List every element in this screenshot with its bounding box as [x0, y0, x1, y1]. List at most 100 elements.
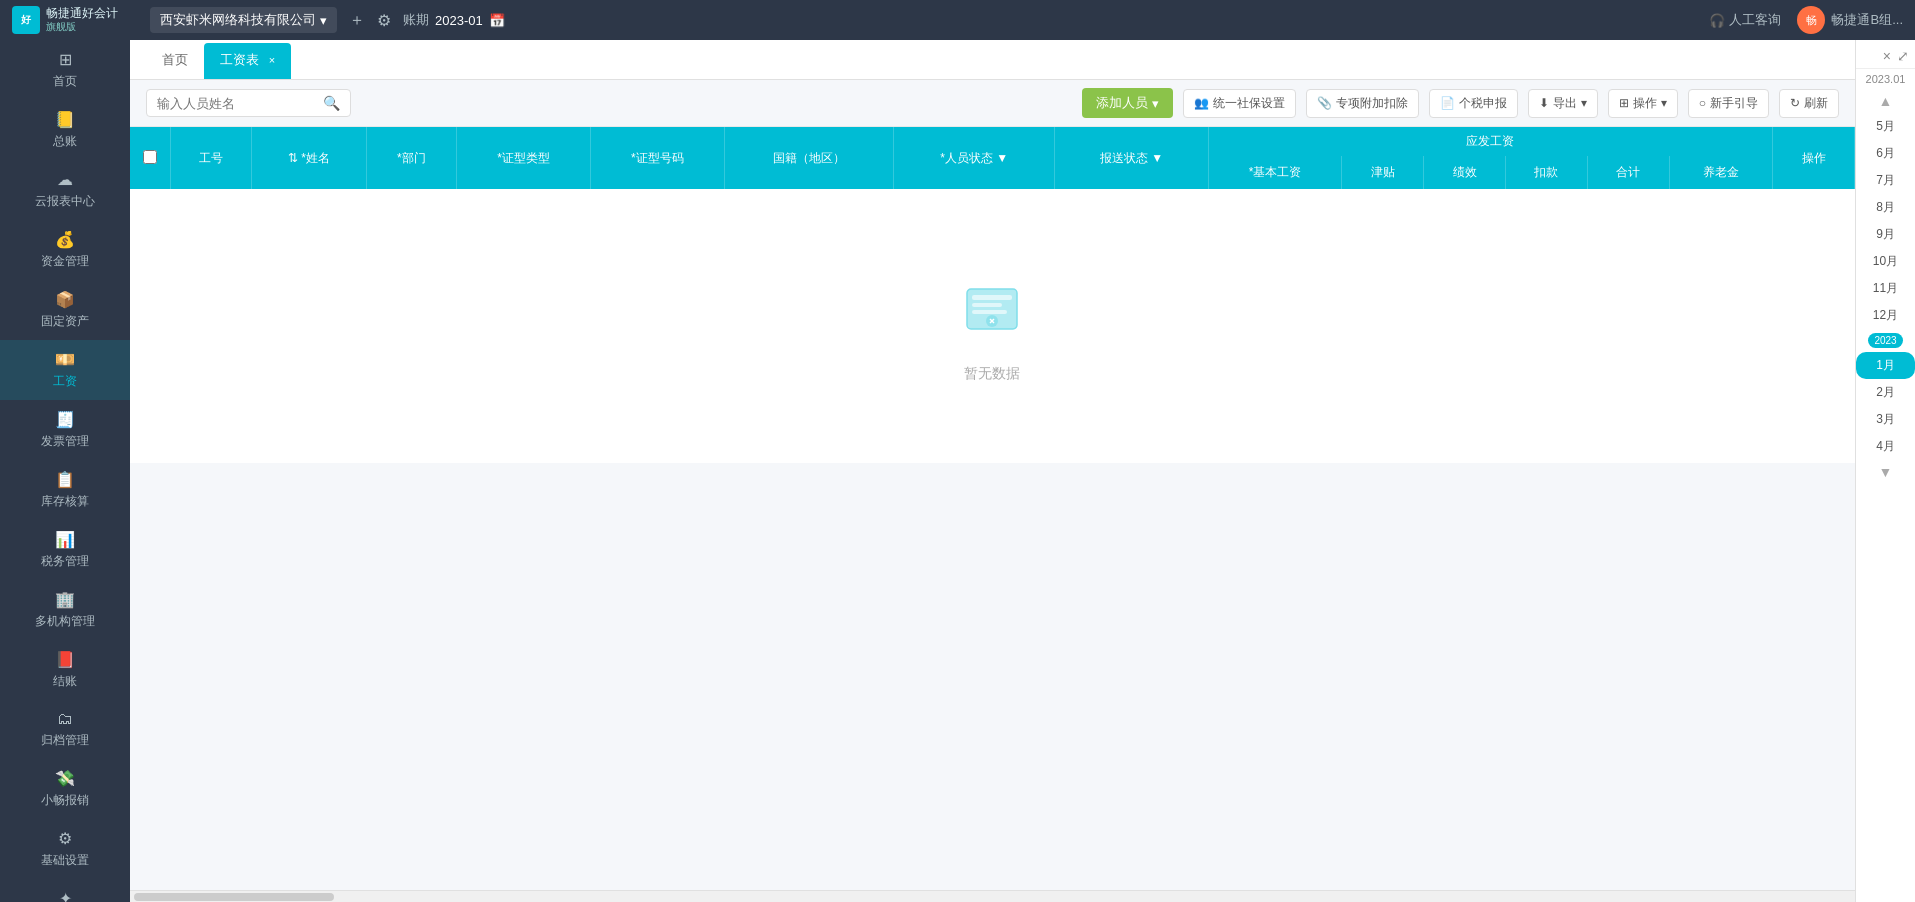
export-btn[interactable]: ⬇ 导出 ▾	[1528, 89, 1598, 118]
timeline-month-11[interactable]: 11月	[1856, 275, 1915, 302]
tab-home-label: 首页	[162, 52, 188, 67]
ledger-icon: 📒	[55, 110, 75, 129]
guide-btn[interactable]: ○ 新手引导	[1688, 89, 1769, 118]
cloud-icon: ☁	[57, 170, 73, 189]
sidebar-item-guide[interactable]: ✦ 新手引导	[0, 879, 130, 902]
settings-icon[interactable]: ⚙	[377, 11, 391, 30]
operation-btn[interactable]: ⊞ 操作 ▾	[1608, 89, 1678, 118]
tab-salary[interactable]: 工资表 ×	[204, 43, 291, 79]
timeline-expand-btn[interactable]: ⤢	[1897, 48, 1909, 64]
sidebar-item-archive[interactable]: 🗂 归档管理	[0, 700, 130, 759]
th-employee-id: 工号	[170, 127, 252, 189]
th-nationality: 国籍（地区）	[724, 127, 893, 189]
refresh-btn[interactable]: ↻ 刷新	[1779, 89, 1839, 118]
avatar: 畅	[1797, 6, 1825, 34]
timeline-month-6[interactable]: 6月	[1856, 140, 1915, 167]
social-security-label: 统一社保设置	[1213, 95, 1285, 112]
special-deduction-btn[interactable]: 📎 专项附加扣除	[1306, 89, 1419, 118]
sidebar-item-tax[interactable]: 📊 税务管理	[0, 520, 130, 580]
timeline-month-4[interactable]: 4月	[1856, 433, 1915, 460]
individual-tax-btn[interactable]: 📄 个税申报	[1429, 89, 1518, 118]
svg-rect-2	[972, 303, 1002, 307]
sidebar-item-close-period[interactable]: 📕 结账	[0, 640, 130, 700]
salary-table: 工号 ⇅ *姓名 *部门 *证型类型 *证型号码 国籍（地区） *人员状态 ▼ …	[130, 127, 1855, 463]
service-btn[interactable]: 🎧 人工客询	[1709, 11, 1781, 29]
calendar-icon[interactable]: 📅	[489, 13, 505, 28]
th-checkbox[interactable]	[130, 127, 170, 189]
sidebar-label-basic: 基础设置	[41, 852, 89, 869]
timeline-scroll-down[interactable]: ▼	[1875, 460, 1897, 484]
scroll-thumb[interactable]	[134, 893, 334, 901]
sidebar-label-cloud: 云报表中心	[35, 193, 95, 210]
current-period-display: 2023.01	[1866, 69, 1906, 89]
logo-area: 好 畅捷通好会计 旗舰版	[12, 6, 142, 34]
sidebar-item-assets[interactable]: 📦 固定资产	[0, 280, 130, 340]
social-security-icon: 👥	[1194, 96, 1209, 110]
toolbar: 🔍 添加人员 ▾ 👥 统一社保设置 📎 专项附加扣除 📄 个税申报 ⬇ 导出	[130, 80, 1855, 127]
timeline-month-7[interactable]: 7月	[1856, 167, 1915, 194]
guide-icon: ✦	[59, 889, 72, 902]
year-2023-badge: 2023	[1868, 333, 1902, 348]
th-total: 合计	[1587, 156, 1669, 189]
select-all-checkbox[interactable]	[143, 150, 157, 164]
sidebar-label-fund: 资金管理	[41, 253, 89, 270]
search-input[interactable]	[157, 96, 317, 111]
sidebar-item-home[interactable]: ⊞ 首页	[0, 40, 130, 100]
scroll-bar[interactable]	[130, 890, 1855, 902]
timeline-month-3[interactable]: 3月	[1856, 406, 1915, 433]
sidebar-item-multi-org[interactable]: 🏢 多机构管理	[0, 580, 130, 640]
company-dropdown-icon[interactable]: ▾	[320, 13, 327, 28]
period-label: 账期	[403, 11, 429, 29]
sidebar-label-close: 结账	[53, 673, 77, 690]
sidebar-item-invoice[interactable]: 🧾 发票管理	[0, 400, 130, 460]
sidebar-item-basic[interactable]: ⚙ 基础设置	[0, 819, 130, 879]
sidebar-item-fund[interactable]: 💰 资金管理	[0, 220, 130, 280]
timeline-close-btn[interactable]: ×	[1883, 48, 1891, 64]
search-box: 🔍	[146, 89, 351, 117]
social-security-btn[interactable]: 👥 统一社保设置	[1183, 89, 1296, 118]
sidebar-item-expense[interactable]: 💸 小畅报销	[0, 759, 130, 819]
empty-text: 暂无数据	[964, 365, 1020, 383]
tab-salary-close[interactable]: ×	[269, 54, 275, 66]
th-report-status: 报送状态 ▼	[1055, 127, 1208, 189]
add-person-button[interactable]: 添加人员 ▾	[1082, 88, 1173, 118]
operation-label: 操作	[1633, 95, 1657, 112]
special-deduction-icon: 📎	[1317, 96, 1332, 110]
th-base-salary: *基本工资	[1208, 156, 1342, 189]
timeline-panel: × ⤢ 2023.01 ▲ 5月 6月 7月 8月 9月 10月 11月 12月…	[1855, 40, 1915, 902]
sidebar-item-cloud-report[interactable]: ☁ 云报表中心	[0, 160, 130, 220]
timeline-month-10[interactable]: 10月	[1856, 248, 1915, 275]
sidebar-item-salary[interactable]: 💴 工资	[0, 340, 130, 400]
timeline-month-5[interactable]: 5月	[1856, 113, 1915, 140]
timeline-month-9[interactable]: 9月	[1856, 221, 1915, 248]
timeline-month-12[interactable]: 12月	[1856, 302, 1915, 329]
individual-tax-label: 个税申报	[1459, 95, 1507, 112]
refresh-icon: ↻	[1790, 96, 1800, 110]
top-right: 🎧 人工客询 畅 畅捷通B组...	[1709, 6, 1903, 34]
company-selector[interactable]: 西安虾米网络科技有限公司 ▾	[150, 7, 337, 33]
search-icon[interactable]: 🔍	[323, 95, 340, 111]
sidebar-label-expense: 小畅报销	[41, 792, 89, 809]
sidebar-item-inventory[interactable]: 📋 库存核算	[0, 460, 130, 520]
tax-icon: 📊	[55, 530, 75, 549]
timeline-month-8[interactable]: 8月	[1856, 194, 1915, 221]
timeline-month-2[interactable]: 2月	[1856, 379, 1915, 406]
tab-home[interactable]: 首页	[146, 43, 204, 79]
tab-bar: 首页 工资表 ×	[130, 40, 1855, 80]
timeline-month-1-current[interactable]: 1月	[1856, 352, 1915, 379]
export-label: 导出	[1553, 95, 1577, 112]
sidebar-label-tax: 税务管理	[41, 553, 89, 570]
th-department: *部门	[366, 127, 456, 189]
sort-icon[interactable]: ⇅	[288, 151, 298, 165]
operation-icon: ⊞	[1619, 96, 1629, 110]
status-filter-icon[interactable]: ▼	[996, 151, 1008, 165]
invoice-icon: 🧾	[55, 410, 75, 429]
guide-toolbar-icon: ○	[1699, 96, 1706, 110]
user-area: 畅 畅捷通B组...	[1797, 6, 1903, 34]
timeline-scroll-up[interactable]: ▲	[1875, 89, 1897, 113]
individual-tax-icon: 📄	[1440, 96, 1455, 110]
add-icon[interactable]: ＋	[349, 10, 365, 31]
logo-text: 畅捷通好会计	[46, 6, 118, 20]
sidebar-item-ledger[interactable]: 📒 总账	[0, 100, 130, 160]
report-filter-icon[interactable]: ▼	[1151, 151, 1163, 165]
